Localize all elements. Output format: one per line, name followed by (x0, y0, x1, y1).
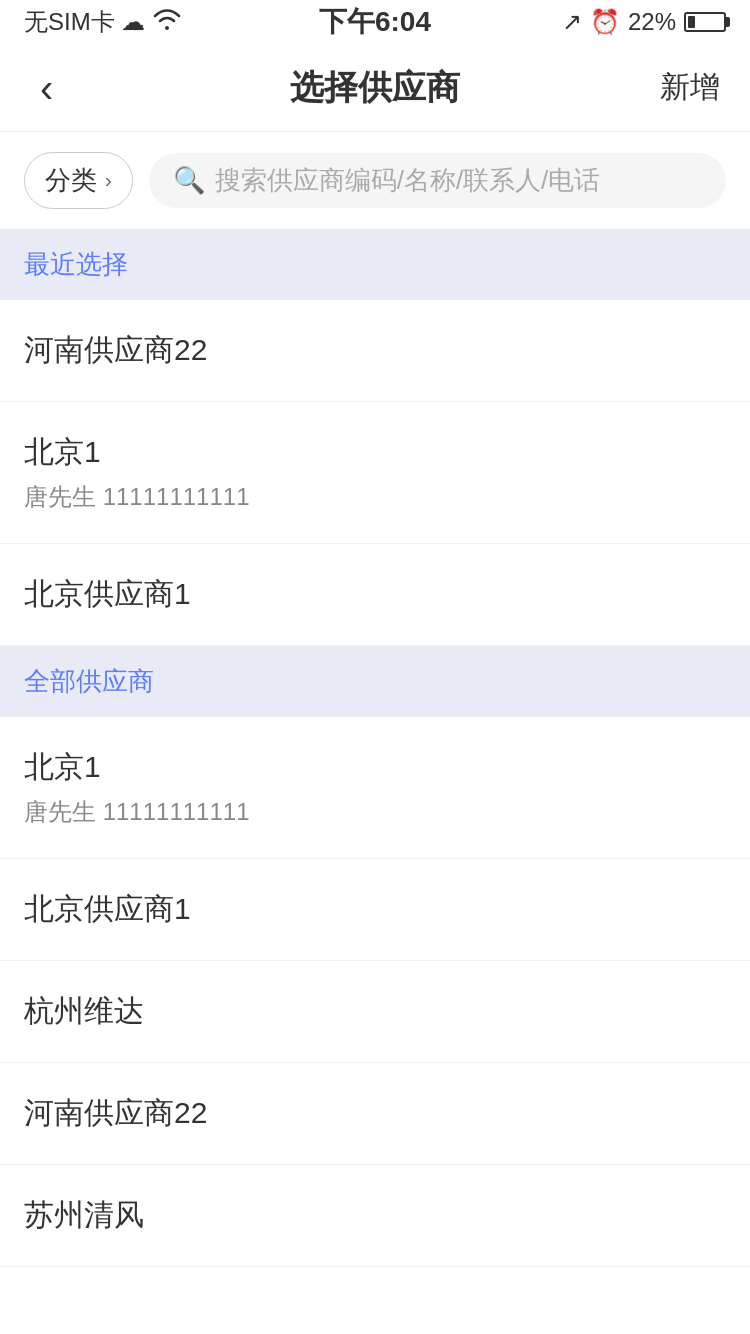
status-bar: 无SIM卡 ☁ 下午6:04 ↗ ⏰ 22% (0, 0, 750, 44)
all-section-label: 全部供应商 (24, 666, 154, 696)
list-item[interactable]: 河南供应商22 (0, 300, 750, 402)
list-item[interactable]: 河南供应商22 (0, 1063, 750, 1165)
status-right: ↗ ⏰ 22% (562, 8, 726, 36)
list-item[interactable]: 北京1 唐先生 11111111111 (0, 717, 750, 859)
status-time: 下午6:04 (319, 3, 431, 41)
search-box[interactable]: 🔍 (149, 153, 726, 208)
all-section-header: 全部供应商 (0, 646, 750, 717)
back-button[interactable]: ‹ (30, 58, 63, 118)
search-icon: 🔍 (173, 165, 205, 196)
list-item[interactable]: 北京1 唐先生 11111111111 (0, 402, 750, 544)
filter-bar: 分类 › 🔍 (0, 132, 750, 229)
category-filter[interactable]: 分类 › (24, 152, 133, 209)
item-name: 河南供应商22 (24, 330, 726, 371)
recent-section-header: 最近选择 (0, 229, 750, 300)
no-sim-label: 无SIM卡 ☁ (24, 6, 145, 38)
status-left: 无SIM卡 ☁ (24, 6, 181, 38)
item-name: 杭州维达 (24, 991, 726, 1032)
list-item[interactable]: 苏州清风 (0, 1165, 750, 1267)
category-label: 分类 (45, 163, 97, 198)
item-sub: 唐先生 11111111111 (24, 796, 726, 828)
item-name: 北京供应商1 (24, 889, 726, 930)
list-item[interactable]: 北京供应商1 (0, 859, 750, 961)
location-icon: ↗ (562, 8, 582, 36)
alarm-icon: ⏰ (590, 8, 620, 36)
nav-bar: ‹ 选择供应商 新增 (0, 44, 750, 132)
recent-items-list: 河南供应商22 北京1 唐先生 11111111111 北京供应商1 (0, 300, 750, 646)
item-name: 苏州清风 (24, 1195, 726, 1236)
add-button[interactable]: 新增 (660, 67, 720, 108)
list-item[interactable]: 杭州维达 (0, 961, 750, 1063)
chevron-right-icon: › (105, 169, 112, 192)
list-item[interactable]: 北京供应商1 (0, 544, 750, 646)
item-name: 河南供应商22 (24, 1093, 726, 1134)
item-name: 北京1 (24, 747, 726, 788)
item-name: 北京供应商1 (24, 574, 726, 615)
item-name: 北京1 (24, 432, 726, 473)
recent-section-label: 最近选择 (24, 249, 128, 279)
item-sub: 唐先生 11111111111 (24, 481, 726, 513)
page-title: 选择供应商 (290, 65, 460, 111)
all-items-list: 北京1 唐先生 11111111111 北京供应商1 杭州维达 河南供应商22 … (0, 717, 750, 1267)
battery-icon (684, 12, 726, 32)
wifi-icon (153, 8, 181, 36)
search-input[interactable] (215, 165, 702, 196)
battery-percentage: 22% (628, 8, 676, 36)
